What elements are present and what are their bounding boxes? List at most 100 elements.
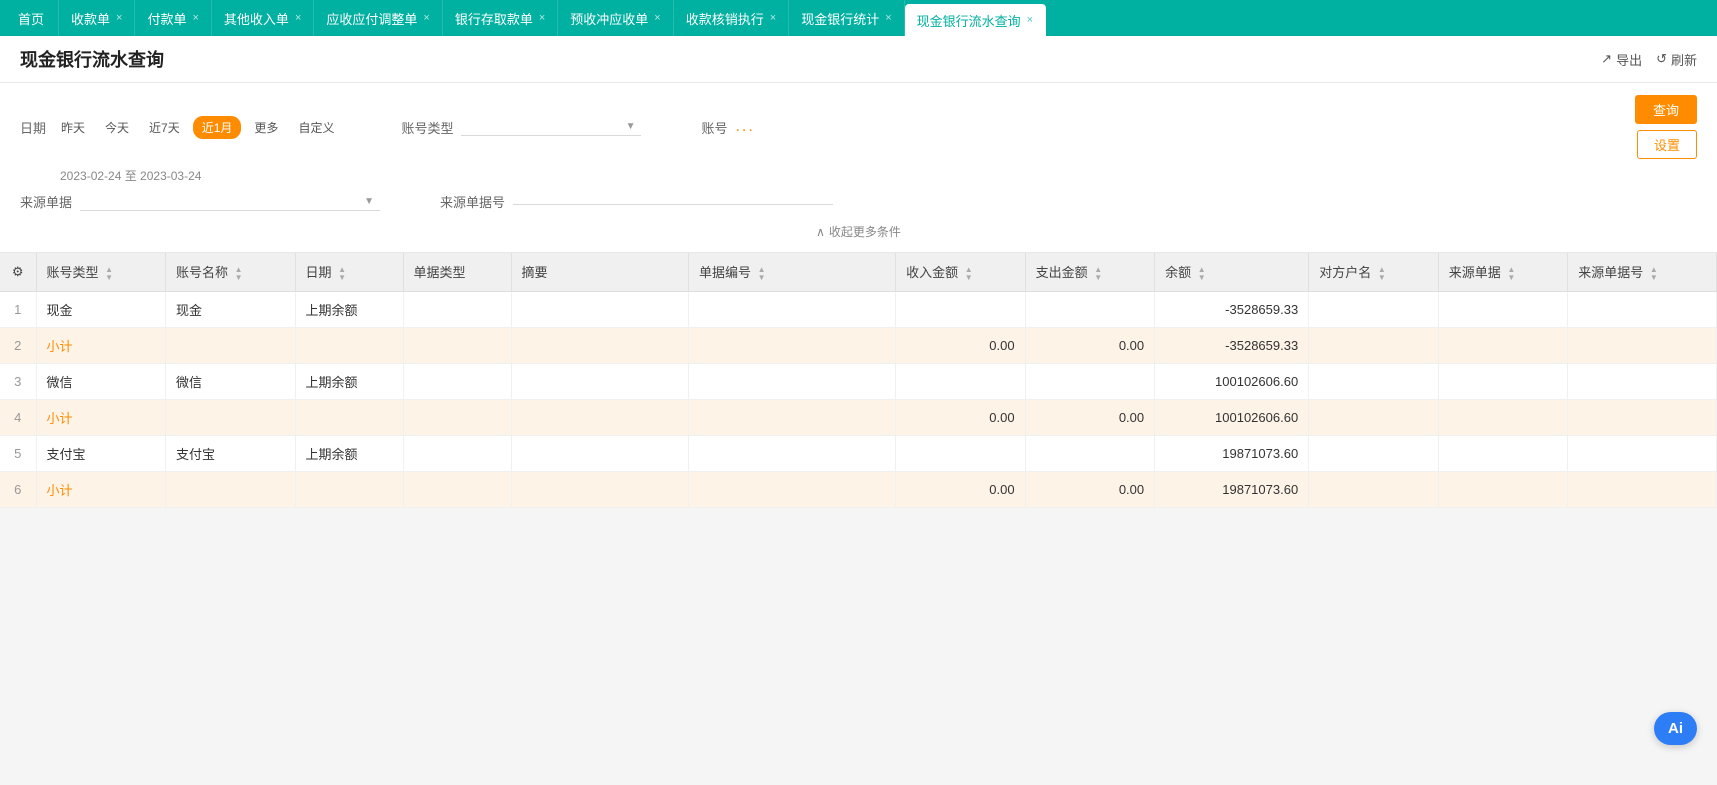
sort-icon[interactable]: ▲▼ (1378, 266, 1386, 282)
table-cell (689, 291, 896, 327)
gear-icon[interactable]: ⚙ (12, 264, 24, 279)
close-icon[interactable]: × (423, 12, 429, 24)
account-type-label: 账号类型 (401, 118, 453, 137)
close-icon[interactable]: × (192, 12, 198, 24)
date-more-btn[interactable]: 更多 (247, 116, 285, 139)
sort-icon[interactable]: ▲▼ (338, 266, 346, 282)
col-doc-no: 单据编号 ▲▼ (689, 253, 896, 291)
date-yesterday-btn[interactable]: 昨天 (54, 116, 92, 139)
date-shortcuts: 昨天 今天 近7天 近1月 更多 自定义 (54, 116, 341, 139)
nav-tab-cash-flow-query[interactable]: 现金银行流水查询 × (905, 4, 1046, 36)
sort-icon[interactable]: ▲▼ (235, 266, 243, 282)
table-cell: 微信 (36, 363, 166, 399)
close-icon[interactable]: × (1027, 14, 1033, 26)
table-cell (166, 327, 296, 363)
table-cell (403, 399, 511, 435)
table-cell (1438, 399, 1568, 435)
close-icon[interactable]: × (295, 12, 301, 24)
source-doc-no-filter-group: 来源单据号 (440, 192, 833, 211)
close-icon[interactable]: × (770, 12, 776, 24)
account-type-select[interactable]: ▼ (461, 118, 641, 136)
account-filter-group: 账号 ... (701, 118, 754, 137)
table-row[interactable]: 4小计0.000.00100102606.60 (0, 399, 1717, 435)
table-header-row: ⚙ 账号类型 ▲▼ 账号名称 ▲▼ 日期 ▲▼ 单据类型 摘 (0, 253, 1717, 291)
table-cell: 100102606.60 (1155, 399, 1309, 435)
table-cell: 4 (0, 399, 36, 435)
nav-tab-payment[interactable]: 付款单 × (135, 0, 211, 36)
source-doc-select[interactable]: ▼ (80, 193, 380, 211)
sort-icon[interactable]: ▲▼ (1094, 266, 1102, 282)
table-cell (1568, 363, 1717, 399)
nav-tab-cash-stats[interactable]: 现金银行统计 × (789, 0, 904, 36)
close-icon[interactable]: × (116, 12, 122, 24)
table-cell: 3 (0, 363, 36, 399)
table-cell (1309, 363, 1439, 399)
sort-icon[interactable]: ▲▼ (758, 266, 766, 282)
table-cell (1438, 471, 1568, 507)
table-cell (896, 363, 1026, 399)
setting-button[interactable]: 设置 (1637, 130, 1697, 159)
table-cell: 0.00 (1025, 327, 1155, 363)
table-cell (295, 399, 403, 435)
export-button[interactable]: ↗ 导出 (1601, 50, 1642, 69)
page-header: 现金银行流水查询 ↗ 导出 ↺ 刷新 (0, 36, 1717, 83)
sort-icon[interactable]: ▲▼ (1507, 266, 1515, 282)
table-row[interactable]: 2小计0.000.00-3528659.33 (0, 327, 1717, 363)
collapse-bar[interactable]: ∧ 收起更多条件 (20, 219, 1697, 242)
query-button[interactable]: 查询 (1635, 95, 1697, 124)
date-7days-btn[interactable]: 近7天 (142, 116, 187, 139)
table-cell (689, 327, 896, 363)
table-cell (511, 363, 688, 399)
date-1month-btn[interactable]: 近1月 (193, 116, 242, 139)
table-cell (511, 291, 688, 327)
collapse-icon: ∧ (816, 225, 825, 239)
table-cell (403, 327, 511, 363)
col-source-doc-no: 来源单据号 ▲▼ (1568, 253, 1717, 291)
nav-tab-other-income[interactable]: 其他收入单 × (212, 0, 314, 36)
table-cell (1568, 435, 1717, 471)
table-cell (403, 435, 511, 471)
col-summary: 摘要 (511, 253, 688, 291)
table-cell: 小计 (36, 471, 166, 507)
table-cell: 0.00 (896, 399, 1026, 435)
table-cell (403, 291, 511, 327)
refresh-button[interactable]: ↺ 刷新 (1656, 50, 1697, 69)
table-row[interactable]: 3微信微信上期余额100102606.60 (0, 363, 1717, 399)
date-filter-group: 日期 昨天 今天 近7天 近1月 更多 自定义 (20, 116, 341, 139)
table-cell (1309, 291, 1439, 327)
sort-icon[interactable]: ▲▼ (965, 266, 973, 282)
date-custom-btn[interactable]: 自定义 (291, 116, 341, 139)
source-doc-no-input[interactable] (513, 198, 833, 205)
date-today-btn[interactable]: 今天 (98, 116, 136, 139)
nav-tab-prepay-offset[interactable]: 预收冲应收单 × (558, 0, 673, 36)
table-cell: -3528659.33 (1155, 327, 1309, 363)
nav-tab-bank-deposit[interactable]: 银行存取款单 × (443, 0, 558, 36)
table-cell: 5 (0, 435, 36, 471)
source-doc-label: 来源单据 (20, 192, 72, 211)
close-icon[interactable]: × (539, 12, 545, 24)
nav-tab-ar-ap-adjust[interactable]: 应收应付调整单 × (314, 0, 442, 36)
table-cell (689, 435, 896, 471)
table-row[interactable]: 6小计0.000.0019871073.60 (0, 471, 1717, 507)
ai-badge[interactable]: Ai (1654, 712, 1697, 745)
close-icon[interactable]: × (885, 12, 891, 24)
table-cell (896, 435, 1026, 471)
table-cell: 19871073.60 (1155, 471, 1309, 507)
table-cell: 2 (0, 327, 36, 363)
table-cell (1309, 399, 1439, 435)
header-actions: ↗ 导出 ↺ 刷新 (1601, 50, 1697, 69)
table-row[interactable]: 1现金现金上期余额-3528659.33 (0, 291, 1717, 327)
account-dots-button[interactable]: ... (735, 118, 754, 136)
nav-tab-receipt[interactable]: 收款单 × (59, 0, 135, 36)
sort-icon[interactable]: ▲▼ (1198, 266, 1206, 282)
sort-icon[interactable]: ▲▼ (1650, 266, 1658, 282)
col-gear[interactable]: ⚙ (0, 253, 36, 291)
nav-tab-receipt-verify[interactable]: 收款核销执行 × (674, 0, 789, 36)
table-cell: 0.00 (896, 471, 1026, 507)
nav-home[interactable]: 首页 (4, 0, 59, 36)
close-icon[interactable]: × (654, 12, 660, 24)
table-row[interactable]: 5支付宝支付宝上期余额19871073.60 (0, 435, 1717, 471)
table-cell: -3528659.33 (1155, 291, 1309, 327)
col-expense: 支出金额 ▲▼ (1025, 253, 1155, 291)
sort-icon[interactable]: ▲▼ (105, 266, 113, 282)
